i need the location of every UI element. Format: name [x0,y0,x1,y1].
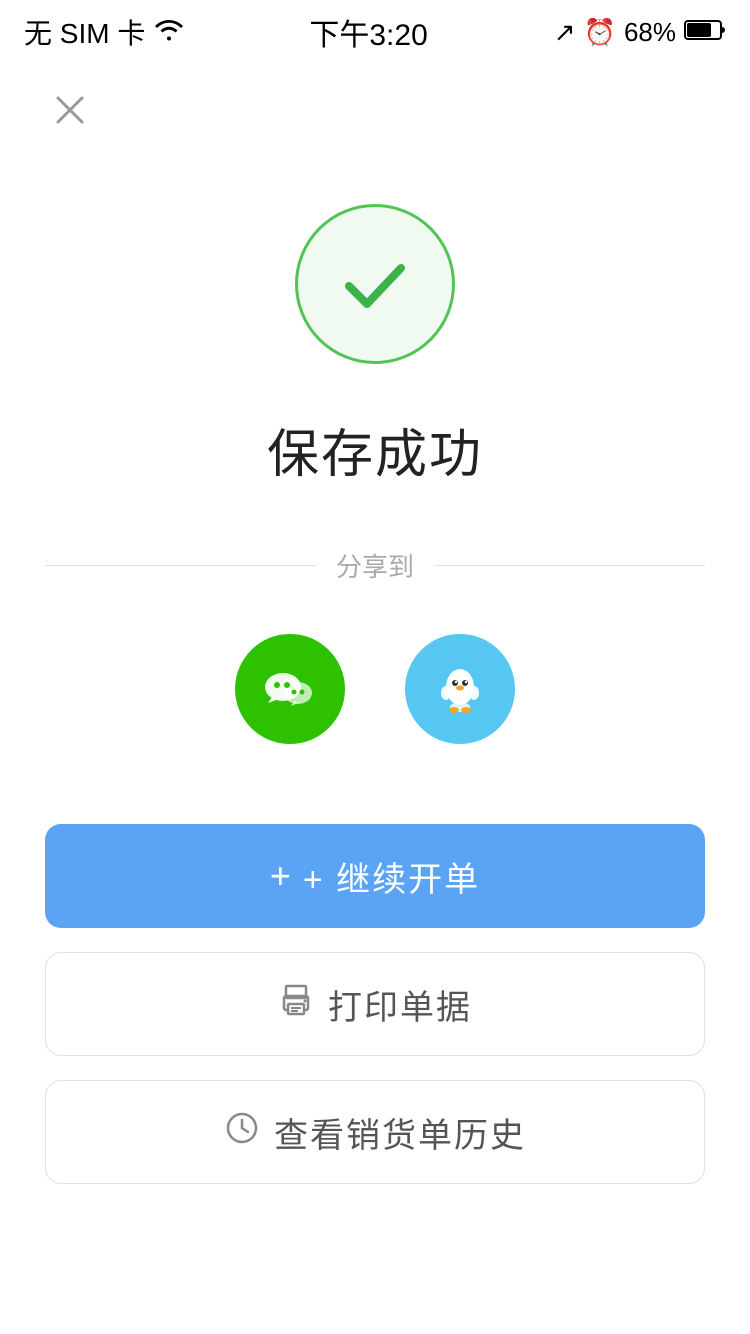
alarm-icon: ⏰ [584,17,616,48]
success-circle [295,204,455,364]
print-label: 打印单据 [328,980,472,1029]
main-content: 保存成功 分享到 [0,64,750,1184]
status-time: 下午3:20 [309,10,427,54]
sim-text: 无 SIM 卡 [24,12,145,52]
status-bar: 无 SIM 卡 下午3:20 ↗ ⏰ 68% [0,0,750,64]
clock-icon [224,1110,260,1155]
status-right: ↗ ⏰ 68% [554,17,726,48]
divider-right [434,565,705,566]
share-qq-button[interactable] [405,634,515,744]
success-title: 保存成功 [267,412,483,487]
continue-label: + 继续开单 [303,852,480,901]
continue-order-button[interactable]: + + 继续开单 [45,824,705,928]
printer-icon [278,982,314,1027]
print-button[interactable]: 打印单据 [45,952,705,1056]
battery-icon [684,17,726,48]
share-icons-row [235,634,515,744]
close-button[interactable] [40,80,100,140]
history-button[interactable]: 查看销货单历史 [45,1080,705,1184]
history-label: 查看销货单历史 [274,1108,526,1157]
plus-icon: + [270,855,293,897]
share-label: 分享到 [336,547,414,584]
action-buttons: + + 继续开单 打印单据 [45,824,705,1184]
divider-left [45,565,316,566]
status-left: 无 SIM 卡 [24,12,183,52]
battery-text: 68% [624,17,676,48]
share-divider: 分享到 [45,547,705,584]
wifi-icon [155,16,183,48]
location-icon: ↗ [554,17,576,48]
share-wechat-button[interactable] [235,634,345,744]
